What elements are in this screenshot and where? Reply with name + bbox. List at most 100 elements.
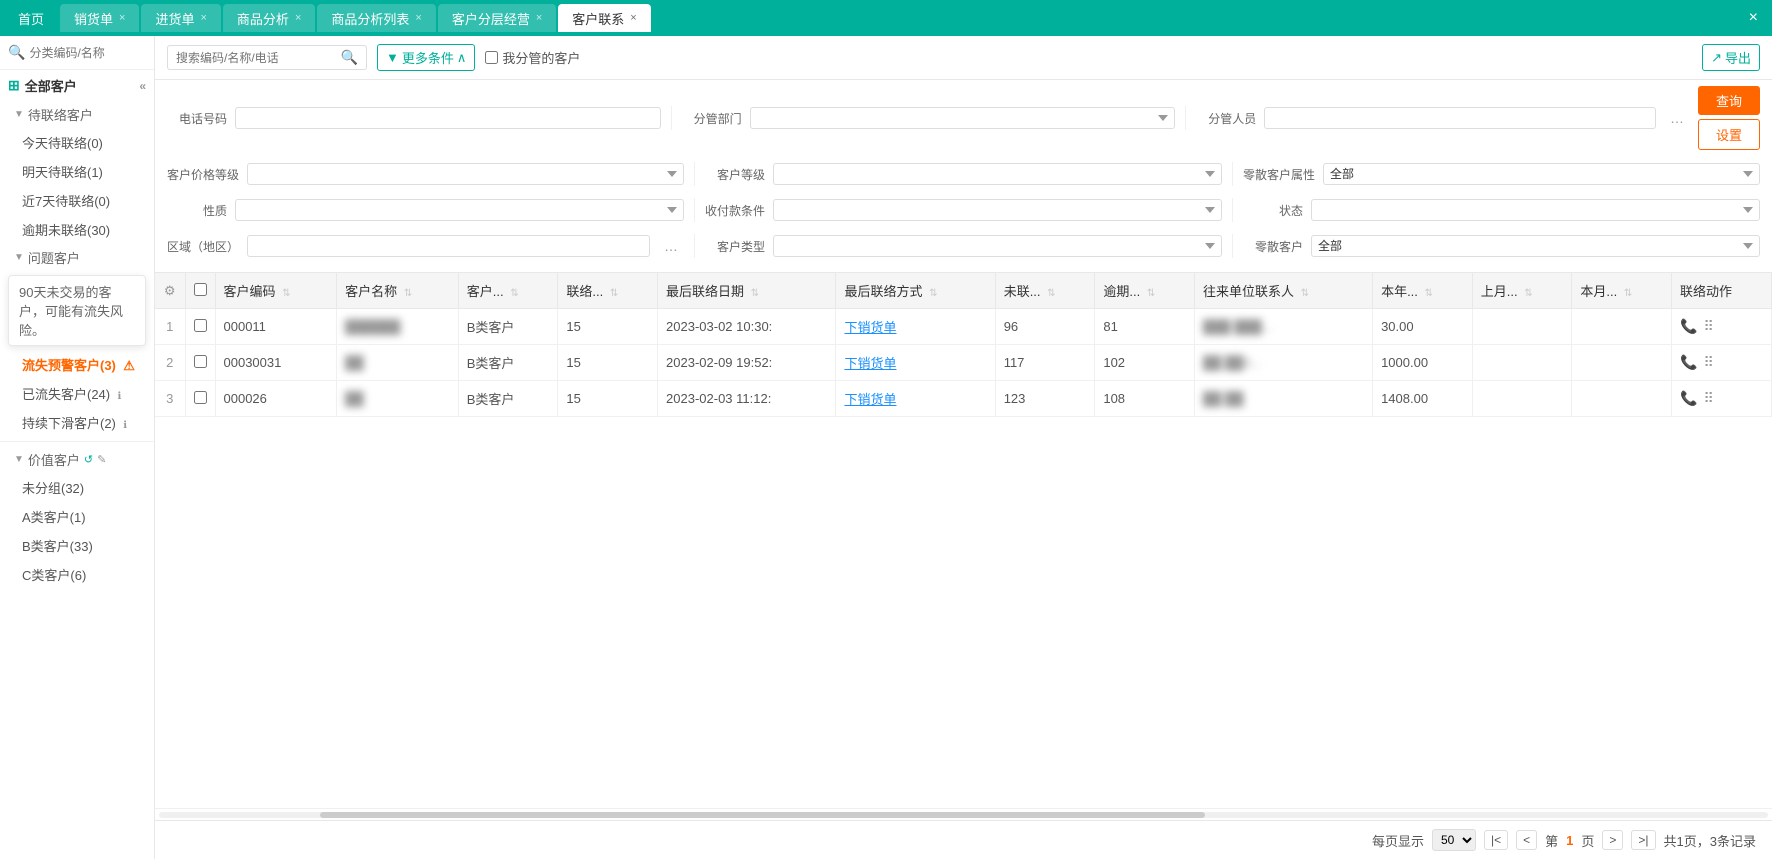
page-last-button[interactable]: >|: [1631, 830, 1655, 850]
page-first-button[interactable]: |<: [1484, 830, 1508, 850]
row3-date: 2023-02-03 11:12:: [658, 381, 836, 417]
col-this-month[interactable]: 本月... ⇅: [1572, 273, 1672, 309]
retail-customer-select[interactable]: 全部: [1311, 235, 1760, 257]
tab-customer-tier-close[interactable]: ×: [536, 12, 542, 24]
table-row: 2 00030031 ██ B类客户 15 2023-02-09 19:52: …: [155, 345, 1772, 381]
sidebar-item-churn-warning[interactable]: 流失预警客户(3) ⚠: [0, 350, 154, 379]
payment-label: 收付款条件: [705, 202, 765, 219]
sidebar-item-class-b[interactable]: B类客户(33): [0, 531, 154, 560]
sidebar-group-problem-customers[interactable]: ▼ 问题客户: [0, 244, 154, 271]
col-customer-name[interactable]: 客户名称 ⇅: [337, 273, 459, 309]
dept-select[interactable]: [750, 107, 1176, 129]
refresh-icon[interactable]: ↺: [84, 453, 93, 466]
filter-phone: 电话号码: [167, 107, 661, 129]
row2-action-contact-icon[interactable]: 📞: [1680, 354, 1697, 371]
row2-way[interactable]: 下销货单: [836, 345, 995, 381]
person-more-icon[interactable]: …: [1664, 110, 1690, 126]
sidebar-item-ungrouped[interactable]: 未分组(32): [0, 473, 154, 502]
tab-purchase-order[interactable]: 进货单 ×: [141, 4, 220, 32]
col-settings[interactable]: ⚙: [155, 273, 185, 309]
page-next-button[interactable]: >: [1602, 830, 1623, 850]
row3-way[interactable]: 下销货单: [836, 381, 995, 417]
col-checkbox[interactable]: [185, 273, 215, 309]
tab-sales-order-close[interactable]: ×: [119, 12, 125, 24]
row1-checkbox[interactable]: [185, 309, 215, 345]
edit-icon[interactable]: ✎: [97, 453, 106, 466]
sidebar-item-tomorrow-contact[interactable]: 明天待联络(1): [0, 157, 154, 186]
col-last-contact-date[interactable]: 最后联络日期 ⇅: [658, 273, 836, 309]
sidebar-group-value-customers[interactable]: ▼ 价值客户 ↺ ✎: [0, 446, 154, 473]
tab-customer-contact-close[interactable]: ×: [630, 12, 636, 24]
per-page-select[interactable]: 50: [1432, 829, 1476, 851]
select-all-checkbox[interactable]: [194, 283, 207, 296]
col-last-month[interactable]: 上月... ⇅: [1472, 273, 1572, 309]
row2-action-more-icon[interactable]: ⠿: [1703, 354, 1713, 371]
sidebar-item-declining-customers[interactable]: 持续下滑客户(2) ℹ: [0, 408, 154, 437]
sidebar-item-today-contact[interactable]: 今天待联络(0): [0, 128, 154, 157]
nature-select[interactable]: [235, 199, 684, 221]
tab-product-analysis-list[interactable]: 商品分析列表 ×: [317, 4, 435, 32]
sidebar-item-week-contact[interactable]: 近7天待联络(0): [0, 186, 154, 215]
row1-action-contact-icon[interactable]: 📞: [1680, 318, 1697, 335]
region-input[interactable]: [247, 235, 650, 257]
customer-level-select[interactable]: [773, 163, 1222, 185]
status-select[interactable]: [1311, 199, 1760, 221]
sidebar-group-pending-contact[interactable]: ▼ 待联络客户: [0, 101, 154, 128]
sidebar-search-input[interactable]: [29, 46, 146, 60]
col-customer-type[interactable]: 客户... ⇅: [458, 273, 558, 309]
my-customers-checkbox[interactable]: [485, 51, 498, 64]
tab-customer-tier[interactable]: 客户分层经营 ×: [438, 4, 556, 32]
sidebar-item-overdue-contact[interactable]: 逾期未联络(30): [0, 215, 154, 244]
person-label: 分管人员: [1196, 110, 1256, 127]
export-button[interactable]: ↗ 导出: [1702, 44, 1760, 71]
retail-attr-select[interactable]: 全部: [1323, 163, 1760, 185]
col-contact-count[interactable]: 联络... ⇅: [558, 273, 658, 309]
row1-way[interactable]: 下销货单: [836, 309, 995, 345]
col-customer-code[interactable]: 客户编码 ⇅: [215, 273, 337, 309]
row1-select-checkbox[interactable]: [194, 319, 207, 332]
tab-home[interactable]: 首页: [4, 4, 58, 32]
app-close-button[interactable]: ×: [1739, 9, 1768, 27]
price-level-select[interactable]: [247, 163, 684, 185]
sidebar-item-class-c[interactable]: C类客户(6): [0, 560, 154, 589]
sidebar-item-already-churned[interactable]: 已流失客户(24) ℹ: [0, 379, 154, 408]
horizontal-scrollbar[interactable]: [155, 808, 1772, 820]
search-input-wrap: 🔍: [167, 45, 367, 70]
tab-sales-order[interactable]: 销货单 ×: [60, 4, 139, 32]
person-input[interactable]: [1264, 107, 1656, 129]
col-unlinked[interactable]: 未联... ⇅: [995, 273, 1095, 309]
scrollbar-thumb[interactable]: [320, 812, 1205, 818]
tab-product-analysis[interactable]: 商品分析 ×: [223, 4, 315, 32]
row3-checkbox[interactable]: [185, 381, 215, 417]
scrollbar-track[interactable]: [159, 812, 1768, 818]
tab-purchase-order-close[interactable]: ×: [200, 12, 206, 24]
sidebar-item-class-a[interactable]: A类客户(1): [0, 502, 154, 531]
col-contact-person[interactable]: 往来单位联系人 ⇅: [1195, 273, 1373, 309]
main-search-icon[interactable]: 🔍: [341, 49, 358, 66]
row3-action-more-icon[interactable]: ⠿: [1703, 390, 1713, 407]
row1-action-more-icon[interactable]: ⠿: [1703, 318, 1713, 335]
page-prev-button[interactable]: <: [1516, 830, 1537, 850]
col-overdue[interactable]: 逾期... ⇅: [1095, 273, 1195, 309]
sidebar-all-customers[interactable]: ⊞ 全部客户 «: [0, 70, 154, 101]
main-search-input[interactable]: [176, 51, 337, 65]
settings-button[interactable]: 设置: [1698, 119, 1760, 150]
region-more-icon[interactable]: …: [658, 238, 684, 254]
row2-select-checkbox[interactable]: [194, 355, 207, 368]
tab-product-analysis-list-close[interactable]: ×: [415, 12, 421, 24]
payment-select[interactable]: [773, 199, 1222, 221]
filter-divider-v8: [1232, 234, 1233, 258]
row2-checkbox[interactable]: [185, 345, 215, 381]
customer-type-select[interactable]: [773, 235, 1222, 257]
row3-action-contact-icon[interactable]: 📞: [1680, 390, 1697, 407]
row3-select-checkbox[interactable]: [194, 391, 207, 404]
more-conditions-button[interactable]: ▼ 更多条件 ∧: [377, 44, 475, 71]
tab-product-analysis-close[interactable]: ×: [295, 12, 301, 24]
col-last-contact-way[interactable]: 最后联络方式 ⇅: [836, 273, 995, 309]
tab-customer-contact[interactable]: 客户联系 ×: [558, 4, 650, 32]
query-button[interactable]: 查询: [1698, 86, 1760, 115]
row3-this-month: [1572, 381, 1672, 417]
phone-input[interactable]: [235, 107, 661, 129]
row3-contact: 15: [558, 381, 658, 417]
col-this-year[interactable]: 本年... ⇅: [1373, 273, 1473, 309]
